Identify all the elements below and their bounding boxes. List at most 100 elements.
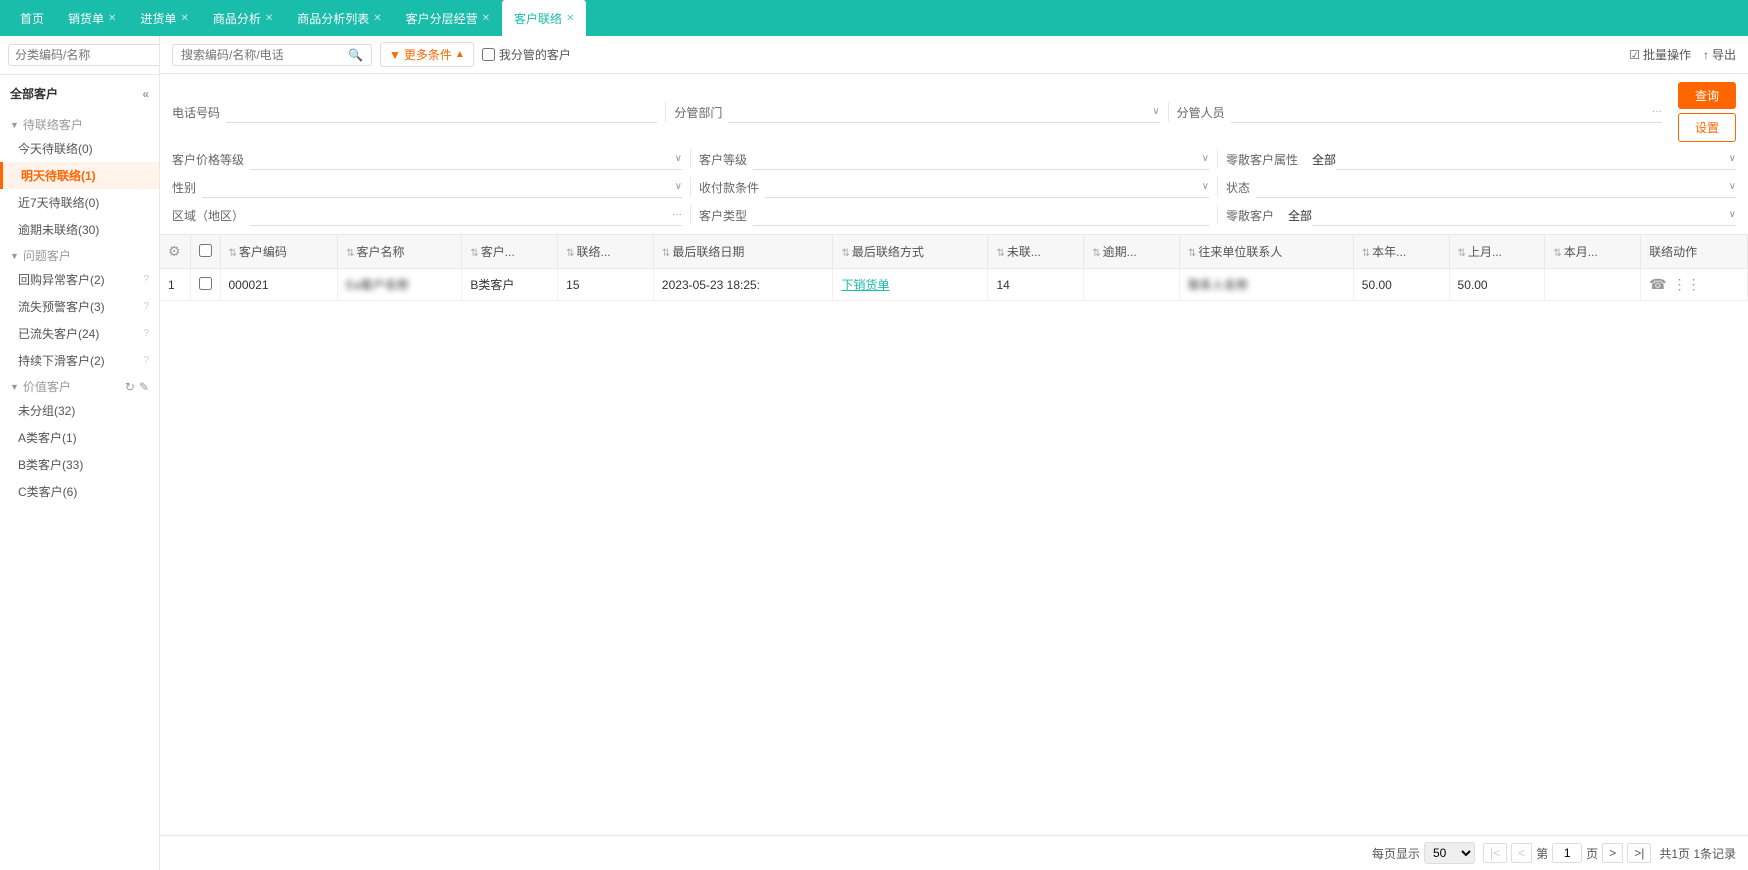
- gender-chevron-icon: ∨: [675, 181, 682, 192]
- sidebar-item-7days-pending[interactable]: 近7天待联络(0): [0, 189, 159, 216]
- last-method-link[interactable]: 下销货单: [841, 278, 889, 292]
- nav-sales-order[interactable]: 销货单 ✕: [56, 0, 128, 36]
- filter-row-4: 区域（地区） ··· 客户类型 零散客户 全部 ∨: [172, 204, 1736, 226]
- nav-product-analysis-list[interactable]: 商品分析列表 ✕: [285, 0, 393, 36]
- cell-action: ☎ ⋮⋮: [1641, 269, 1748, 301]
- col-checkbox: [190, 235, 220, 269]
- retail-attr-field: 零散客户属性 全部 ∨: [1226, 148, 1736, 170]
- cell-no: 1: [160, 269, 190, 301]
- customer-name-text: Ea客户名称: [346, 278, 409, 292]
- retail-cust-chevron-icon: ∨: [1729, 209, 1736, 220]
- search-icon[interactable]: 🔍: [348, 48, 363, 62]
- prev-page-button[interactable]: <: [1511, 843, 1532, 863]
- collapse-icon: «: [142, 87, 149, 101]
- col-gear: ⚙: [160, 235, 190, 269]
- sidebar-item-ungrouped[interactable]: 未分组(32): [0, 397, 159, 424]
- sidebar-item-overdue[interactable]: 逾期未联络(30): [0, 216, 159, 243]
- nav-home[interactable]: 首页: [8, 0, 56, 36]
- payment-chevron-icon: ∨: [1202, 181, 1209, 192]
- status-chevron-icon: ∨: [1729, 181, 1736, 192]
- cust-grade-chevron-icon: ∨: [1202, 153, 1209, 164]
- sidebar-item-c-class[interactable]: C类客户(6): [0, 478, 159, 505]
- filter-panel: 电话号码 分管部门 ∨ 分管人员 ···: [160, 74, 1748, 235]
- nav-close-active-icon[interactable]: ✕: [566, 13, 574, 24]
- col-customer-code[interactable]: 客户编码: [220, 235, 338, 269]
- search-box: 🔍: [172, 44, 372, 66]
- price-grade-chevron-icon: ∨: [675, 153, 682, 164]
- query-button[interactable]: 查询: [1678, 82, 1736, 109]
- my-customers-checkbox-label[interactable]: 我分管的客户: [482, 46, 571, 63]
- help-icon[interactable]: ?: [143, 355, 149, 366]
- sidebar-item-today-pending[interactable]: 今天待联络(0): [0, 135, 159, 162]
- col-last-month[interactable]: 上月...: [1449, 235, 1545, 269]
- nav-customer-contact[interactable]: 客户联络 ✕: [502, 0, 586, 36]
- batch-operation-button[interactable]: ☑ 批量操作: [1629, 46, 1691, 63]
- nav-customer-tier[interactable]: 客户分层经营 ✕: [394, 0, 502, 36]
- manager-more-icon[interactable]: ···: [1652, 106, 1662, 117]
- unit-contact-text: 联系人名称: [1188, 278, 1248, 292]
- export-button[interactable]: ↑ 导出: [1703, 46, 1736, 63]
- col-customer-name[interactable]: 客户名称: [338, 235, 462, 269]
- cell-this-year: 50.00: [1353, 269, 1449, 301]
- sidebar-item-a-class[interactable]: A类客户(1): [0, 424, 159, 451]
- help-icon[interactable]: ?: [143, 274, 149, 285]
- contact-icon[interactable]: ☎: [1649, 276, 1666, 293]
- data-table-wrap: ⚙ 客户编码 客户名称 客户... 联络... 最后联络日期 最后联络方式 未联…: [160, 235, 1748, 835]
- cell-overdue: [1084, 269, 1180, 301]
- help-icon[interactable]: ?: [143, 301, 149, 312]
- filter-row-2: 客户价格等级 ∨ 客户等级 ∨ 零散客户属性 全部: [172, 148, 1736, 170]
- col-unit-contact[interactable]: 往来单位联系人: [1180, 235, 1354, 269]
- gender-field: 性别 ∨: [172, 176, 682, 198]
- search-input[interactable]: [181, 48, 344, 62]
- col-last-contact-method[interactable]: 最后联络方式: [833, 235, 988, 269]
- col-contact-count[interactable]: 联络...: [558, 235, 654, 269]
- main-content: 🔍 ▼ 更多条件 ▲ 我分管的客户 ☑ 批量操作 ↑ 导出: [160, 36, 1748, 870]
- set-button[interactable]: 设置: [1678, 113, 1736, 142]
- sidebar-all-customers[interactable]: 全部客户 «: [0, 79, 159, 108]
- gear-icon[interactable]: ⚙: [168, 243, 181, 259]
- table-row: 1 000021 Ea客户名称 B类客户 15 2023-05-23 18:25…: [160, 269, 1748, 301]
- sidebar-item-declining[interactable]: 持续下滑客户(2) ?: [0, 347, 159, 374]
- nav-close-icon[interactable]: ✕: [180, 13, 188, 24]
- col-uncontacted[interactable]: 未联...: [988, 235, 1084, 269]
- page-size-control: 每页显示 50 100 200: [1372, 842, 1475, 864]
- data-table: ⚙ 客户编码 客户名称 客户... 联络... 最后联络日期 最后联络方式 未联…: [160, 235, 1748, 301]
- sidebar-item-churned[interactable]: 已流失客户(24) ?: [0, 320, 159, 347]
- last-page-button[interactable]: >|: [1627, 843, 1651, 863]
- more-action-icon[interactable]: ⋮⋮: [1673, 276, 1701, 293]
- nav-close-icon[interactable]: ✕: [482, 13, 490, 24]
- cell-code: 000021: [220, 269, 338, 301]
- col-overdue[interactable]: 逾期...: [1084, 235, 1180, 269]
- region-more-icon[interactable]: ···: [672, 209, 682, 220]
- page-number-input[interactable]: [1552, 843, 1582, 863]
- sidebar-search-input[interactable]: [8, 44, 160, 66]
- col-customer-type[interactable]: 客户...: [462, 235, 558, 269]
- first-page-button[interactable]: |<: [1483, 843, 1507, 863]
- row-checkbox[interactable]: [199, 277, 212, 290]
- help-icon[interactable]: ?: [143, 328, 149, 339]
- col-action: 联络动作: [1641, 235, 1748, 269]
- select-all-checkbox[interactable]: [199, 244, 212, 257]
- sidebar-item-churn-warning[interactable]: 流失预警客户(3) ?: [0, 293, 159, 320]
- nav-purchase-order[interactable]: 进货单 ✕: [128, 0, 200, 36]
- sidebar-value-group-title: 价值客户 ↻ ✎: [0, 374, 159, 397]
- nav-close-icon[interactable]: ✕: [265, 13, 273, 24]
- col-last-contact-date[interactable]: 最后联络日期: [653, 235, 833, 269]
- sidebar-item-b-class[interactable]: B类客户(33): [0, 451, 159, 478]
- col-this-month[interactable]: 本月...: [1545, 235, 1641, 269]
- col-this-year[interactable]: 本年...: [1353, 235, 1449, 269]
- main-layout: 🔍 全部客户 « 待联络客户 今天待联络(0) 明天待联络(1) 近7天待联络(…: [0, 36, 1748, 870]
- next-page-button[interactable]: >: [1602, 843, 1623, 863]
- batch-checkbox-icon: ☑: [1629, 48, 1640, 62]
- nav-close-icon[interactable]: ✕: [108, 13, 116, 24]
- refresh-icon[interactable]: ↻: [125, 380, 135, 394]
- nav-close-icon[interactable]: ✕: [373, 13, 381, 24]
- my-customers-checkbox[interactable]: [482, 48, 495, 61]
- sidebar-item-repurchase-abnormal[interactable]: 回购异常客户(2) ?: [0, 266, 159, 293]
- nav-product-analysis[interactable]: 商品分析 ✕: [201, 0, 285, 36]
- export-icon: ↑: [1703, 48, 1709, 62]
- page-size-select[interactable]: 50 100 200: [1424, 842, 1475, 864]
- sidebar-item-tomorrow-pending[interactable]: 明天待联络(1): [0, 162, 159, 189]
- edit-icon[interactable]: ✎: [139, 380, 149, 394]
- more-filter-button[interactable]: ▼ 更多条件 ▲: [380, 42, 474, 67]
